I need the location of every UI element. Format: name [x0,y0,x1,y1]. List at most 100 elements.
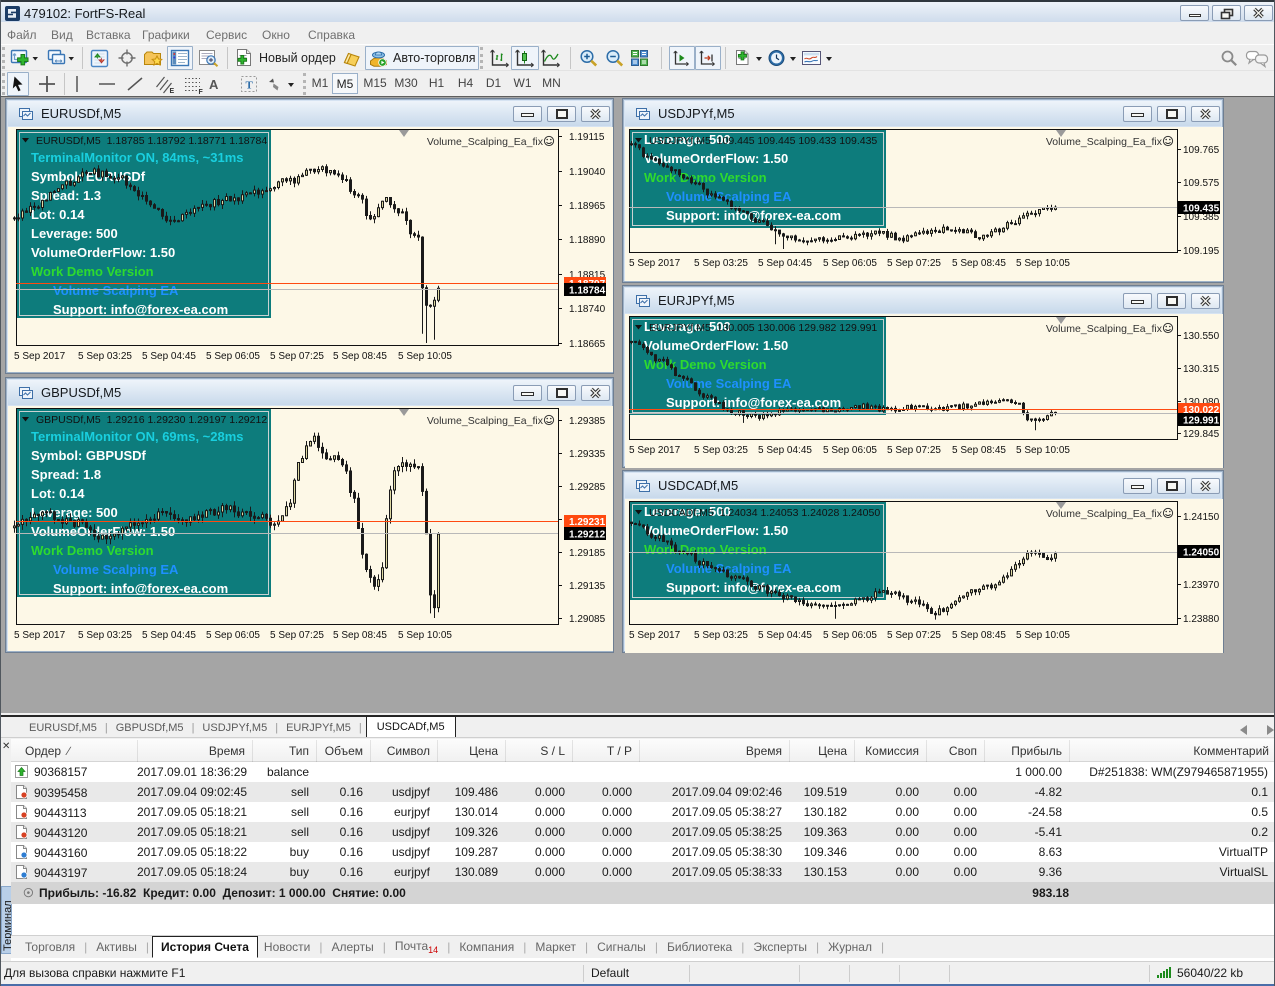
svg-text:Work Demo Version: Work Demo Version [31,543,154,558]
svg-text:5 Sep 2017: 5 Sep 2017 [14,630,66,641]
svg-text:129.845: 129.845 [1183,429,1220,440]
svg-text:1.29385: 1.29385 [569,416,606,427]
svg-text:Support: info@forex-ea.com: Support: info@forex-ea.com [666,395,841,410]
svg-text:Volume Scalping EA: Volume Scalping EA [53,283,179,298]
svg-text:Volume Scalping EA: Volume Scalping EA [666,561,792,576]
svg-text:Leverage: 500: Leverage: 500 [31,226,118,241]
svg-text:USDCADf,M5 1.24034 1.24053 1.: USDCADf,M5 1.24034 1.24053 1.24028 1.240… [649,507,880,519]
svg-text:109.575: 109.575 [1183,178,1220,189]
svg-text:1.29185: 1.29185 [569,548,606,559]
svg-text:Support: info@forex-ea.com: Support: info@forex-ea.com [666,208,841,223]
svg-text:Lot: 0.14: Lot: 0.14 [31,486,85,501]
svg-text:Volume Scalping EA: Volume Scalping EA [53,562,179,577]
svg-text:5 Sep 10:05: 5 Sep 10:05 [1016,258,1070,269]
svg-text:5 Sep 08:45: 5 Sep 08:45 [333,630,387,641]
svg-text:T: T [246,80,254,92]
svg-text:EURUSDf,M5 1.18785 1.18792 1.: EURUSDf,M5 1.18785 1.18792 1.18771 1.187… [36,135,267,147]
svg-text:Volume_Scalping_Ea_fix: Volume_Scalping_Ea_fix [427,136,544,148]
svg-text:F: F [199,89,204,94]
svg-text:5 Sep 06:05: 5 Sep 06:05 [206,630,260,641]
svg-text:1.24150: 1.24150 [1183,512,1220,523]
svg-text:Work Demo Version: Work Demo Version [31,264,154,279]
svg-text:1.23970: 1.23970 [1183,580,1220,591]
svg-text:5 Sep 07:25: 5 Sep 07:25 [887,445,941,456]
svg-text:1.18740: 1.18740 [569,304,606,315]
svg-text:1.29335: 1.29335 [569,449,606,460]
svg-text:Volume_Scalping_Ea_fix: Volume_Scalping_Ea_fix [1046,323,1163,335]
svg-text:VolumeOrderFlow: 1.50: VolumeOrderFlow: 1.50 [31,245,175,260]
svg-text:1.23880: 1.23880 [1183,614,1220,625]
svg-text:Leverage: 500: Leverage: 500 [31,505,118,520]
svg-text:1.29231: 1.29231 [569,517,606,528]
svg-text:USDJPYf,M5 109.445 109.445 10: USDJPYf,M5 109.445 109.445 109.433 109.4… [649,135,877,147]
svg-text:5 Sep 07:25: 5 Sep 07:25 [887,630,941,641]
svg-text:VolumeOrderFlow: 1.50: VolumeOrderFlow: 1.50 [644,523,788,538]
svg-text:5 Sep 04:45: 5 Sep 04:45 [758,445,812,456]
svg-text:1.18965: 1.18965 [569,201,606,212]
svg-text:5 Sep 08:45: 5 Sep 08:45 [952,630,1006,641]
svg-text:5 Sep 04:45: 5 Sep 04:45 [142,630,196,641]
svg-text:5 Sep 06:05: 5 Sep 06:05 [206,351,260,362]
svg-text:Volume_Scalping_Ea_fix: Volume_Scalping_Ea_fix [1046,508,1163,520]
svg-text:5 Sep 03:25: 5 Sep 03:25 [78,630,132,641]
svg-text:129.991: 129.991 [1183,416,1220,427]
svg-text:5 Sep 06:05: 5 Sep 06:05 [823,630,877,641]
svg-text:5 Sep 10:05: 5 Sep 10:05 [1016,630,1070,641]
svg-text:109.435: 109.435 [1183,204,1220,215]
svg-text:1.29212: 1.29212 [569,530,606,541]
svg-text:5 Sep 06:05: 5 Sep 06:05 [823,258,877,269]
svg-text:5 Sep 03:25: 5 Sep 03:25 [694,258,748,269]
svg-text:5 Sep 10:05: 5 Sep 10:05 [1016,445,1070,456]
svg-text:1.24050: 1.24050 [1183,548,1220,559]
svg-text:5 Sep 06:05: 5 Sep 06:05 [823,445,877,456]
svg-text:109.195: 109.195 [1183,246,1220,257]
svg-text:Volume Scalping EA: Volume Scalping EA [666,189,792,204]
svg-text:1.29085: 1.29085 [569,614,606,625]
svg-text:Volume_Scalping_Ea_fix: Volume_Scalping_Ea_fix [1046,136,1163,148]
svg-text:1.29135: 1.29135 [569,581,606,592]
svg-text:5 Sep 08:45: 5 Sep 08:45 [952,258,1006,269]
svg-text:Symbol: GBPUSDf: Symbol: GBPUSDf [31,448,147,463]
svg-text:EURJPYf,M5 130.005 130.006 12: EURJPYf,M5 130.005 130.006 129.982 129.9… [649,322,877,334]
svg-text:5 Sep 04:45: 5 Sep 04:45 [758,630,812,641]
svg-text:5 Sep 07:25: 5 Sep 07:25 [270,630,324,641]
svg-text:5 Sep 2017: 5 Sep 2017 [629,445,681,456]
svg-text:5 Sep 08:45: 5 Sep 08:45 [952,445,1006,456]
svg-text:109.765: 109.765 [1183,145,1220,156]
svg-text:Lot: 0.14: Lot: 0.14 [31,207,85,222]
svg-text:VolumeOrderFlow: 1.50: VolumeOrderFlow: 1.50 [644,338,788,353]
svg-text:130.550: 130.550 [1183,331,1220,342]
svg-text:Work Demo Version: Work Demo Version [644,170,767,185]
svg-text:5 Sep 03:25: 5 Sep 03:25 [78,351,132,362]
svg-text:TerminalMonitor ON, 84ms, ~31m: TerminalMonitor ON, 84ms, ~31ms [31,150,244,165]
svg-text:Support: info@forex-ea.com: Support: info@forex-ea.com [53,302,228,317]
svg-text:1.29285: 1.29285 [569,482,606,493]
svg-text:5 Sep 04:45: 5 Sep 04:45 [142,351,196,362]
svg-text:Support: info@forex-ea.com: Support: info@forex-ea.com [666,580,841,595]
svg-text:5 Sep 2017: 5 Sep 2017 [14,351,66,362]
svg-text:Volume_Scalping_Ea_fix: Volume_Scalping_Ea_fix [427,415,544,427]
svg-text:TerminalMonitor ON, 69ms, ~28m: TerminalMonitor ON, 69ms, ~28ms [31,429,244,444]
svg-text:5 Sep 03:25: 5 Sep 03:25 [694,630,748,641]
svg-text:5 Sep 08:45: 5 Sep 08:45 [333,351,387,362]
svg-text:5 Sep 03:25: 5 Sep 03:25 [694,445,748,456]
svg-text:130.315: 130.315 [1183,364,1220,375]
svg-text:1.18784: 1.18784 [569,286,606,297]
svg-text:5 Sep 04:45: 5 Sep 04:45 [758,258,812,269]
svg-text:5 Sep 10:05: 5 Sep 10:05 [398,351,452,362]
svg-text:5 Sep 10:05: 5 Sep 10:05 [398,630,452,641]
svg-text:Spread: 1.8: Spread: 1.8 [31,467,101,482]
svg-text:1.19115: 1.19115 [569,132,605,143]
svg-text:1.19040: 1.19040 [569,167,606,178]
svg-text:Symbol: EURUSDf: Symbol: EURUSDf [31,169,146,184]
svg-text:Work Demo Version: Work Demo Version [644,542,767,557]
svg-text:5 Sep 2017: 5 Sep 2017 [629,630,681,641]
svg-text:5 Sep 07:25: 5 Sep 07:25 [270,351,324,362]
svg-text:1.18890: 1.18890 [569,235,606,246]
svg-text:1.18665: 1.18665 [569,339,606,350]
svg-text:5 Sep 07:25: 5 Sep 07:25 [887,258,941,269]
svg-text:VolumeOrderFlow: 1.50: VolumeOrderFlow: 1.50 [644,151,788,166]
svg-text:E: E [170,88,175,94]
svg-text:5 Sep 2017: 5 Sep 2017 [629,258,681,269]
svg-text:Support: info@forex-ea.com: Support: info@forex-ea.com [53,581,228,596]
